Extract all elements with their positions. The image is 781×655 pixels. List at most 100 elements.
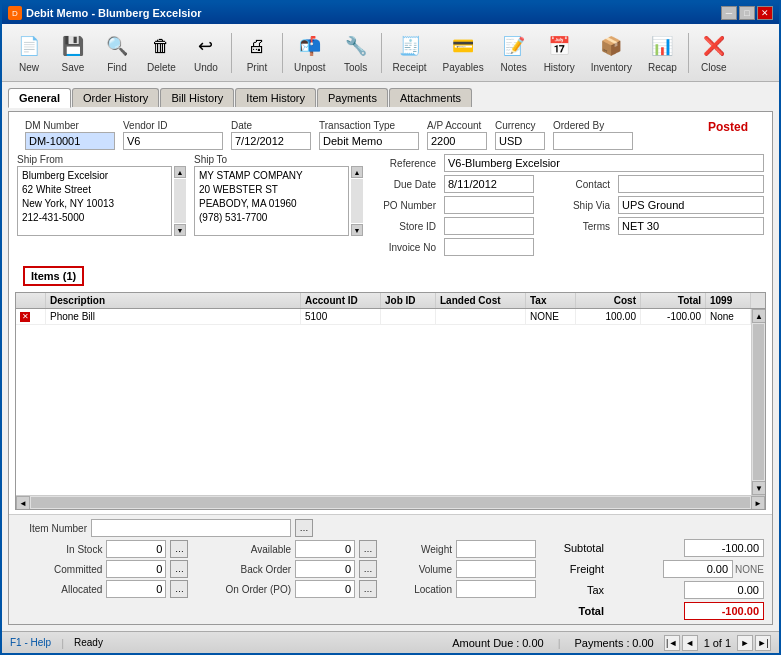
on-order-label: On Order (PO): [188, 584, 291, 595]
inventory-button[interactable]: 📦 Inventory: [584, 28, 639, 77]
back-order-browse[interactable]: …: [359, 560, 377, 578]
ship-from-label: Ship From: [17, 154, 186, 165]
item-number-label: Item Number: [17, 523, 87, 534]
undo-button[interactable]: ↩ Undo: [185, 28, 227, 77]
nav-last-button[interactable]: ►|: [755, 635, 771, 651]
nav-prev-button[interactable]: ◄: [682, 635, 698, 651]
date-input[interactable]: [231, 132, 311, 150]
due-date-label: Due Date: [371, 179, 436, 190]
right-fields: Reference Due Date PO Number: [371, 154, 764, 256]
print-button[interactable]: 🖨 Print: [236, 28, 278, 77]
payables-button[interactable]: 💳 Payables: [436, 28, 491, 77]
nav-first-button[interactable]: |◄: [664, 635, 680, 651]
location-input[interactable]: [456, 580, 536, 598]
committed-browse[interactable]: …: [170, 560, 188, 578]
vendor-id-group: Vendor ID: [123, 120, 223, 150]
vendor-id-input[interactable]: [123, 132, 223, 150]
row-delete-cell: ✕: [16, 309, 46, 324]
on-order-browse[interactable]: …: [359, 580, 377, 598]
unpost-button[interactable]: 📬 Unpost: [287, 28, 333, 77]
close-button[interactable]: ❌ Close: [693, 28, 735, 77]
items-header-container: Items (1): [9, 260, 772, 292]
right-right-fields: Contact Ship Via Terms: [555, 175, 764, 256]
ship-from-scroll-thumb: [174, 179, 186, 223]
tab-bar: General Order History Bill History Item …: [8, 88, 773, 107]
ship-to-scroll-up[interactable]: ▲: [351, 166, 363, 178]
ship-to-scroll-down[interactable]: ▼: [351, 224, 363, 236]
col-landed-cost: Landed Cost: [436, 293, 526, 308]
on-order-input[interactable]: [295, 580, 355, 598]
scroll-up-button[interactable]: ▲: [752, 309, 765, 323]
new-button[interactable]: 📄 New: [8, 28, 50, 77]
available-browse[interactable]: …: [359, 540, 377, 558]
contact-input[interactable]: [618, 175, 764, 193]
in-stock-input[interactable]: [106, 540, 166, 558]
committed-input[interactable]: [106, 560, 166, 578]
scroll-down-button[interactable]: ▼: [752, 481, 765, 495]
due-date-input[interactable]: [444, 175, 534, 193]
row-description: Phone Bill: [46, 309, 301, 324]
tab-attachments[interactable]: Attachments: [389, 88, 472, 107]
currency-label: Currency: [495, 120, 545, 131]
ap-account-input[interactable]: [427, 132, 487, 150]
invoice-no-row: Invoice No: [371, 238, 551, 256]
currency-input[interactable]: [495, 132, 545, 150]
available-input[interactable]: [295, 540, 355, 558]
tab-general[interactable]: General: [8, 88, 71, 108]
transaction-type-input[interactable]: [319, 132, 419, 150]
tab-item-history[interactable]: Item History: [235, 88, 316, 107]
ready-text: Ready: [74, 637, 103, 648]
receipt-button[interactable]: 🧾 Receipt: [386, 28, 434, 77]
form-row-2: Ship From Blumberg Excelsior62 White Str…: [9, 150, 772, 260]
inventory-icon: 📦: [597, 32, 625, 60]
unpost-label: Unpost: [294, 62, 326, 73]
reference-row: Reference: [371, 154, 764, 172]
scroll-right-button[interactable]: ►: [751, 496, 765, 510]
po-number-input[interactable]: [444, 196, 534, 214]
store-id-input[interactable]: [444, 217, 534, 235]
ship-from-scroll-down[interactable]: ▼: [174, 224, 186, 236]
item-number-browse-button[interactable]: …: [295, 519, 313, 537]
reference-input[interactable]: [444, 154, 764, 172]
new-icon: 📄: [15, 32, 43, 60]
payments-label: Payments : 0.00: [575, 637, 654, 649]
save-button[interactable]: 💾 Save: [52, 28, 94, 77]
status-separator-2: |: [558, 637, 561, 649]
ship-from-scroll-up[interactable]: ▲: [174, 166, 186, 178]
ship-via-input[interactable]: [618, 196, 764, 214]
back-order-input[interactable]: [295, 560, 355, 578]
allocated-input[interactable]: [106, 580, 166, 598]
dm-number-input[interactable]: [25, 132, 115, 150]
tab-payments[interactable]: Payments: [317, 88, 388, 107]
volume-input[interactable]: [456, 560, 536, 578]
invoice-no-input[interactable]: [444, 238, 534, 256]
tab-order-history[interactable]: Order History: [72, 88, 159, 107]
maximize-button[interactable]: □: [739, 6, 755, 20]
delete-button[interactable]: 🗑 Delete: [140, 28, 183, 77]
tools-button[interactable]: 🔧 Tools: [335, 28, 377, 77]
col-del: [16, 293, 46, 308]
left-right-fields: Due Date PO Number Store ID: [371, 175, 551, 256]
payables-label: Payables: [443, 62, 484, 73]
recap-button[interactable]: 📊 Recap: [641, 28, 684, 77]
item-number-input[interactable]: [91, 519, 291, 537]
row-delete-button[interactable]: ✕: [20, 312, 30, 322]
ordered-by-input[interactable]: [553, 132, 633, 150]
terms-input[interactable]: [618, 217, 764, 235]
tab-bill-history[interactable]: Bill History: [160, 88, 234, 107]
weight-input[interactable]: [456, 540, 536, 558]
ship-to-scroll-thumb: [351, 179, 363, 223]
total-row: Total: [544, 602, 764, 620]
allocated-browse[interactable]: …: [170, 580, 188, 598]
find-button[interactable]: 🔍 Find: [96, 28, 138, 77]
history-button[interactable]: 📅 History: [537, 28, 582, 77]
notes-button[interactable]: 📝 Notes: [493, 28, 535, 77]
minimize-button[interactable]: ─: [721, 6, 737, 20]
scroll-left-button[interactable]: ◄: [16, 496, 30, 510]
grid-scrollbar-h: ◄ ►: [16, 495, 765, 509]
in-stock-browse[interactable]: …: [170, 540, 188, 558]
nav-next-button[interactable]: ►: [737, 635, 753, 651]
close-window-button[interactable]: ✕: [757, 6, 773, 20]
ship-from-scroll: ▲ ▼: [174, 166, 186, 236]
app-icon: D: [8, 6, 22, 20]
